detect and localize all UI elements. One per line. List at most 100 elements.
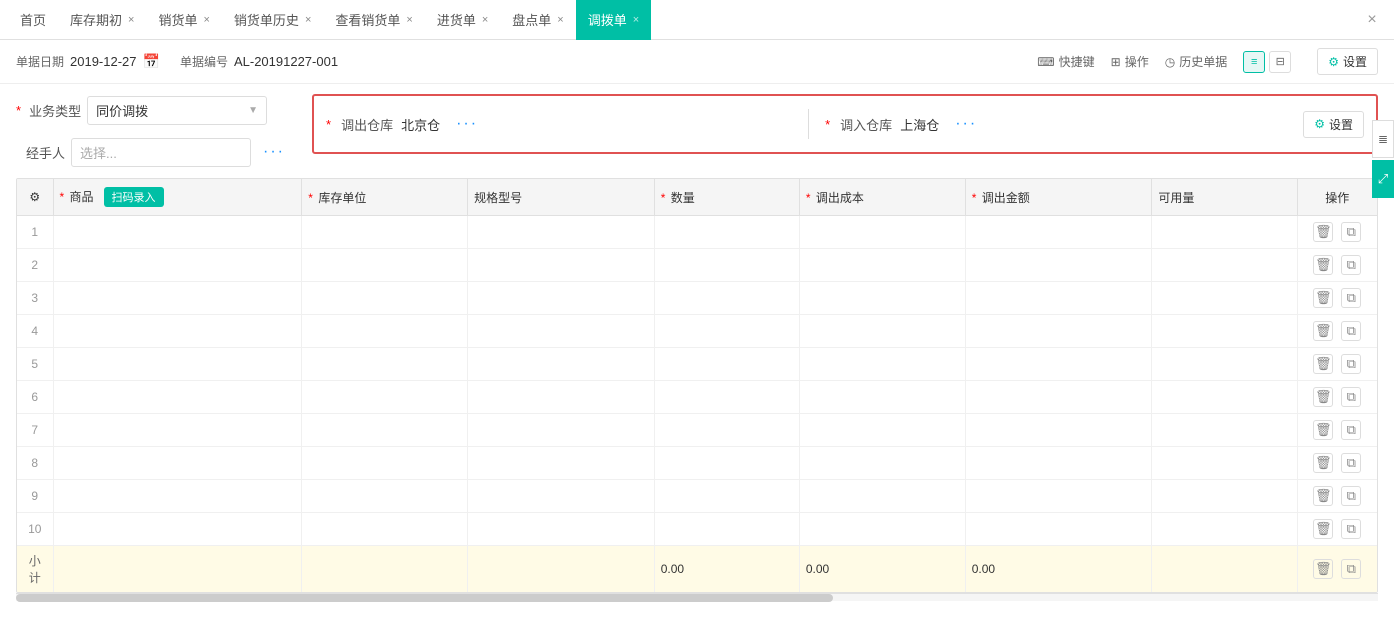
qty-cell[interactable] [654,249,799,282]
close-sales-order[interactable]: × [203,14,209,26]
tab-view-sales[interactable]: 查看销货单 × [323,0,424,40]
spec-cell[interactable] [468,216,655,249]
sidebar-list-icon[interactable]: ≣ [1372,120,1394,158]
business-type-dropdown-icon[interactable]: ▼ [248,105,258,116]
delete-row-icon[interactable]: 🗑 [1313,288,1333,308]
spec-cell[interactable] [468,282,655,315]
amount-cell[interactable] [965,414,1152,447]
copy-row-icon[interactable]: ⧉ [1341,321,1361,341]
history-button[interactable]: ◷ 历史单据 [1165,53,1228,70]
unit-cell[interactable] [302,348,468,381]
qty-cell[interactable] [654,414,799,447]
unit-cell[interactable] [302,447,468,480]
product-cell[interactable] [53,381,302,414]
close-purchase-order[interactable]: × [482,14,488,26]
warehouse-settings-button[interactable]: ⚙ 设置 [1303,111,1364,138]
calendar-icon[interactable]: 📅 [143,53,160,70]
close-transfer-order[interactable]: × [633,14,639,26]
th-settings[interactable]: ⚙ [17,179,53,216]
delete-row-icon[interactable]: 🗑 [1313,321,1333,341]
product-cell[interactable] [53,480,302,513]
spec-cell[interactable] [468,315,655,348]
out-warehouse-more-icon[interactable]: ··· [456,115,478,133]
unit-cell[interactable] [302,381,468,414]
delete-row-icon[interactable]: 🗑 [1313,354,1333,374]
qty-cell[interactable] [654,381,799,414]
scan-entry-button[interactable]: 扫码录入 [104,187,164,207]
spec-cell[interactable] [468,381,655,414]
product-cell[interactable] [53,315,302,348]
copy-row-icon[interactable]: ⧉ [1341,453,1361,473]
cost-cell[interactable] [799,447,965,480]
copy-row-icon[interactable]: ⧉ [1341,559,1361,579]
qty-cell[interactable] [654,447,799,480]
amount-cell[interactable] [965,480,1152,513]
amount-cell[interactable] [965,513,1152,546]
spec-cell[interactable] [468,348,655,381]
product-cell[interactable] [53,414,302,447]
copy-row-icon[interactable]: ⧉ [1341,519,1361,539]
operator-more-icon[interactable]: ··· [263,143,285,161]
close-inventory-check[interactable]: × [557,14,563,26]
tab-purchase-order[interactable]: 进货单 × [425,0,500,40]
tab-transfer-order[interactable]: 调拨单 × [576,0,651,40]
delete-row-icon[interactable]: 🗑 [1313,420,1333,440]
delete-row-icon[interactable]: 🗑 [1313,222,1333,242]
copy-row-icon[interactable]: ⧉ [1341,420,1361,440]
spec-cell[interactable] [468,447,655,480]
product-cell[interactable] [53,282,302,315]
amount-cell[interactable] [965,282,1152,315]
spec-cell[interactable] [468,414,655,447]
operator-select[interactable]: 选择... [71,138,251,167]
tab-home[interactable]: 首页 [8,0,58,40]
copy-row-icon[interactable]: ⧉ [1341,255,1361,275]
qty-cell[interactable] [654,480,799,513]
spec-cell[interactable] [468,513,655,546]
cost-cell[interactable] [799,480,965,513]
copy-row-icon[interactable]: ⧉ [1341,486,1361,506]
sidebar-expand-icon[interactable]: ⤢ [1372,160,1394,198]
layout-list-icon[interactable]: ≡ [1243,51,1265,73]
operations-button[interactable]: ⊞ 操作 [1111,53,1149,70]
shortcuts-button[interactable]: ⌨ 快捷键 [1037,53,1094,70]
copy-row-icon[interactable]: ⧉ [1341,387,1361,407]
unit-cell[interactable] [302,315,468,348]
table-settings-icon[interactable]: ⚙ [29,190,40,204]
in-warehouse-more-icon[interactable]: ··· [955,115,977,133]
cost-cell[interactable] [799,414,965,447]
unit-cell[interactable] [302,216,468,249]
copy-row-icon[interactable]: ⧉ [1341,288,1361,308]
amount-cell[interactable] [965,348,1152,381]
delete-row-icon[interactable]: 🗑 [1313,387,1333,407]
qty-cell[interactable] [654,348,799,381]
horizontal-scrollbar[interactable] [16,593,1378,601]
qty-cell[interactable] [654,315,799,348]
unit-cell[interactable] [302,282,468,315]
unit-cell[interactable] [302,480,468,513]
tab-sales-order[interactable]: 销货单 × [146,0,221,40]
unit-cell[interactable] [302,513,468,546]
product-cell[interactable] [53,348,302,381]
tab-inventory-check[interactable]: 盘点单 × [500,0,575,40]
delete-row-icon[interactable]: 🗑 [1313,519,1333,539]
product-cell[interactable] [53,216,302,249]
cost-cell[interactable] [799,348,965,381]
amount-cell[interactable] [965,381,1152,414]
delete-row-icon[interactable]: 🗑 [1313,255,1333,275]
cost-cell[interactable] [799,315,965,348]
product-cell[interactable] [53,447,302,480]
copy-row-icon[interactable]: ⧉ [1341,354,1361,374]
tab-inventory-init[interactable]: 库存期初 × [58,0,146,40]
cost-cell[interactable] [799,282,965,315]
cost-cell[interactable] [799,249,965,282]
delete-row-icon[interactable]: 🗑 [1313,559,1333,579]
close-inventory-init[interactable]: × [128,14,134,26]
amount-cell[interactable] [965,249,1152,282]
product-cell[interactable] [53,249,302,282]
amount-cell[interactable] [965,216,1152,249]
cost-cell[interactable] [799,216,965,249]
unit-cell[interactable] [302,249,468,282]
delete-row-icon[interactable]: 🗑 [1313,486,1333,506]
copy-row-icon[interactable]: ⧉ [1341,222,1361,242]
qty-cell[interactable] [654,513,799,546]
